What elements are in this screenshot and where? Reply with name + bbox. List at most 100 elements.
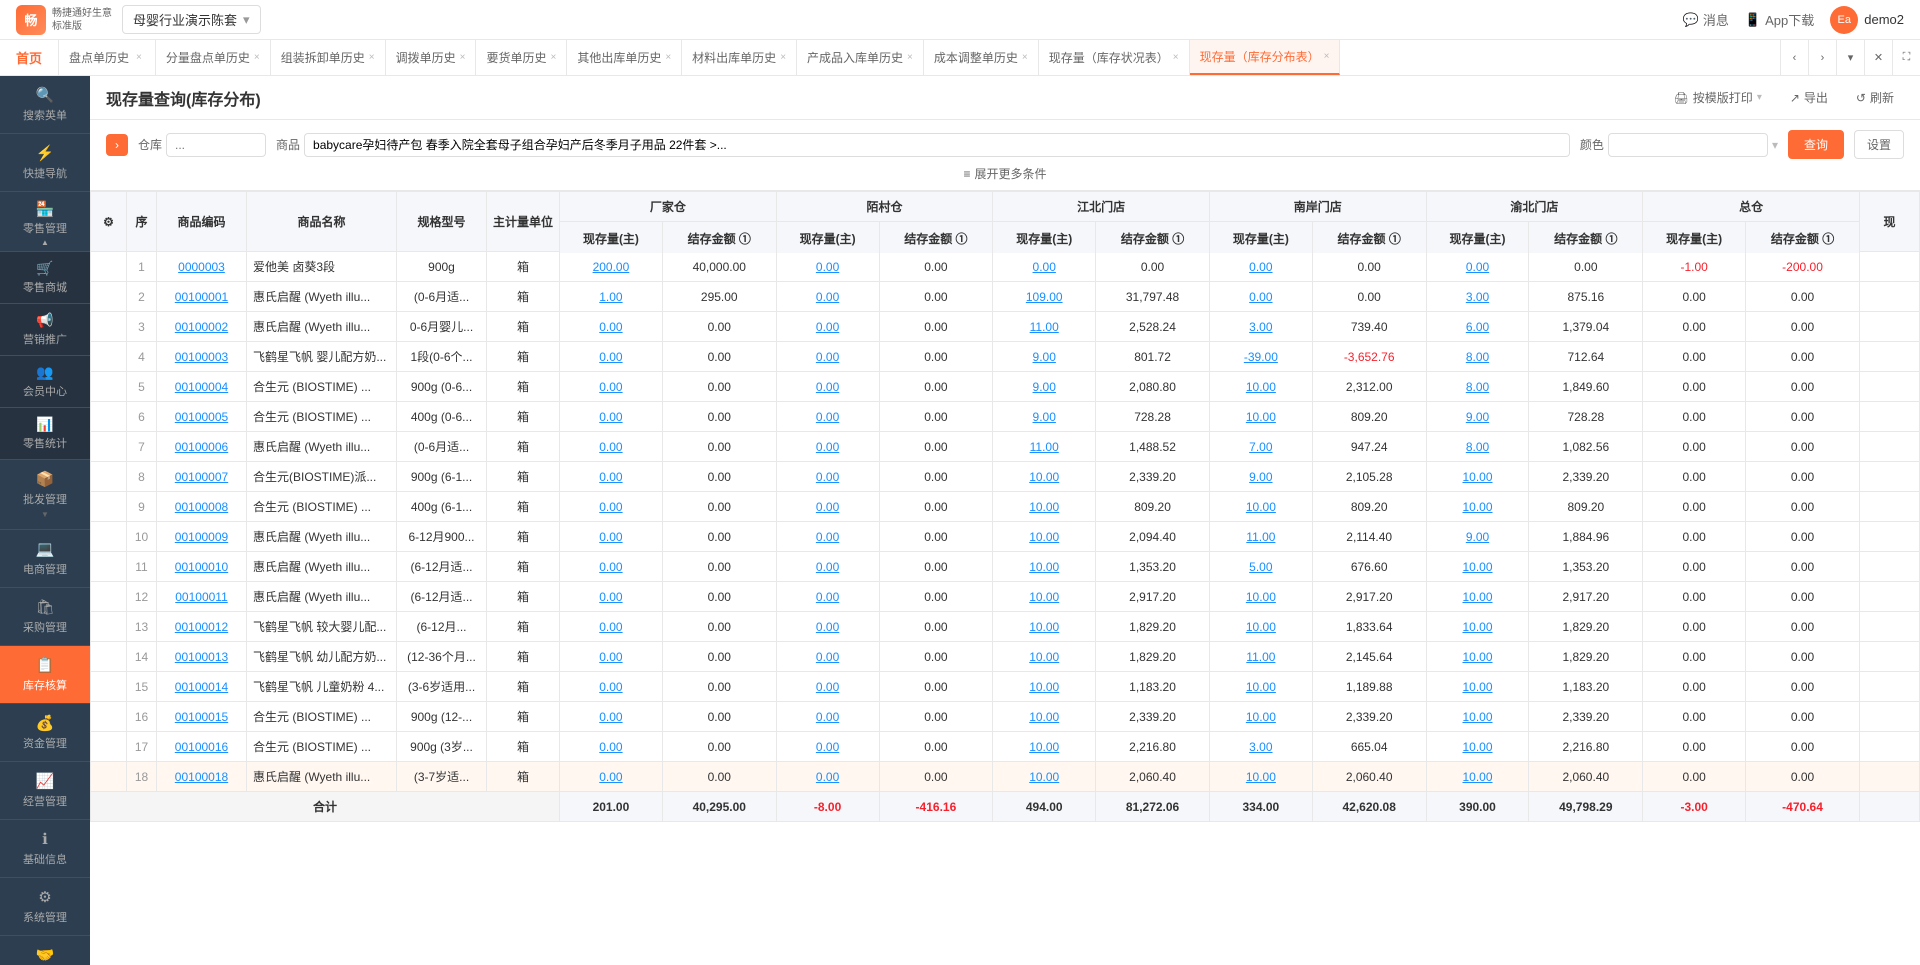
tab-kucun-dist[interactable]: 现存量（库存分布表）× [1190, 40, 1341, 75]
tab-ruku[interactable]: 产成品入库单历史× [797, 40, 924, 75]
tab-yaohuo[interactable]: 要货单历史× [476, 40, 567, 75]
col-extra: 现 [1860, 192, 1920, 252]
export-btn[interactable]: ↗导出 [1780, 84, 1838, 111]
tab-close-all-btn[interactable]: ✕ [1864, 40, 1892, 75]
table-row: 18 00100018 惠氏启醒 (Wyeth illu... (3-7岁适..… [91, 762, 1920, 792]
warehouse-input[interactable] [166, 133, 266, 157]
tab-diaob[interactable]: 调拨单历史× [386, 40, 477, 75]
tab-fenpan[interactable]: 分量盘点单历史× [156, 40, 271, 75]
table-row: 6 00100005 合生元 (BIOSTIME) ... 400g (0-6.… [91, 402, 1920, 432]
close-icon[interactable]: × [550, 52, 556, 63]
tab-pandian[interactable]: 盘点单历史× [59, 40, 156, 75]
close-icon[interactable]: × [460, 52, 466, 63]
tab-kucun-status[interactable]: 现存量（库存状况表）× [1039, 40, 1190, 75]
app-download-btn[interactable]: 📱App下载 [1745, 10, 1814, 29]
goods-input[interactable] [304, 133, 1570, 157]
table-row: 17 00100016 合生元 (BIOSTIME) ... 900g (3岁.… [91, 732, 1920, 762]
close-icon[interactable]: × [254, 52, 260, 63]
user-menu[interactable]: Ea demo2 [1830, 6, 1904, 34]
sidebar-item-wholesale[interactable]: 📦 批发管理 ▼ [0, 460, 90, 530]
table-row: 16 00100015 合生元 (BIOSTIME) ... 900g (12-… [91, 702, 1920, 732]
sidebar-item-ecommerce[interactable]: 💻 电商管理 [0, 530, 90, 588]
col-unit: 主计量单位 [487, 192, 560, 252]
close-icon[interactable]: × [907, 52, 913, 63]
tab-qtchuku[interactable]: 其他出库单历史× [567, 40, 682, 75]
col-jiangbei-qty: 现存量(主) [993, 223, 1096, 253]
tab-zuzhuang[interactable]: 组装拆卸单历史× [271, 40, 386, 75]
top-bar: 畅 畅捷通好生意标准版 母婴行业演示陈套 ▾ 💬消息 📱App下载 Ea dem… [0, 0, 1920, 40]
expand-filter-btn[interactable]: › [106, 134, 128, 156]
table-row: 9 00100008 合生元 (BIOSTIME) ... 400g (6-1.… [91, 492, 1920, 522]
sidebar-item-nav[interactable]: ⚡ 快捷导航 [0, 134, 90, 192]
print-btn[interactable]: 🖨按模版打印▾ [1664, 84, 1772, 111]
col-settings[interactable]: ⚙ [91, 192, 127, 252]
col-group-factory: 厂家仓 [560, 192, 777, 222]
table-row: 4 00100003 飞鹤星飞帆 婴儿配方奶... 1段(0-6个... 箱 0… [91, 342, 1920, 372]
col-spec: 规格型号 [397, 192, 487, 252]
close-icon[interactable]: × [133, 51, 145, 64]
table-row: 10 00100009 惠氏启醒 (Wyeth illu... 6-12月900… [91, 522, 1920, 552]
retail-icon: 🏪 [36, 200, 55, 218]
tab-home[interactable]: 首页 [0, 40, 59, 75]
col-total-qty: 现存量(主) [1643, 223, 1746, 253]
col-total-amt: 结存金额 ① [1746, 223, 1860, 253]
close-icon[interactable]: × [369, 52, 375, 63]
expand-conditions-btn[interactable]: ≡展开更多条件 [963, 165, 1046, 182]
refresh-btn[interactable]: ↺刷新 [1846, 84, 1904, 111]
sidebar-item-search[interactable]: 🔍 搜索英单 [0, 76, 90, 134]
col-yubei-amt: 结存金额 ① [1529, 223, 1643, 253]
purchase-icon: 🛍 [35, 598, 54, 616]
member-icon: 👥 [36, 364, 53, 381]
sidebar-item-system[interactable]: ⚙ 系统管理 [0, 878, 90, 936]
table-row: 2 00100001 惠氏启醒 (Wyeth illu... (0-6月适...… [91, 282, 1920, 312]
color-input[interactable] [1608, 133, 1768, 157]
sidebar-item-marketing[interactable]: 📢 营销推广 [0, 304, 90, 356]
sidebar-item-finance[interactable]: 💰 资金管理 [0, 704, 90, 762]
sidebar-item-retail-mgmt[interactable]: 🏪 零售管理 ▲ [0, 192, 90, 252]
tab-prev-btn[interactable]: ‹ [1780, 40, 1808, 75]
sidebar-item-collab[interactable]: 🤝 企业协同 [0, 936, 90, 965]
col-group-nanan: 南岸门店 [1209, 192, 1426, 222]
search-area: › 仓库 商品 颜色 [90, 120, 1920, 191]
close-icon[interactable]: × [1324, 51, 1330, 62]
table-row: 12 00100011 惠氏启醒 (Wyeth illu... (6-12月适.… [91, 582, 1920, 612]
close-icon[interactable]: × [1173, 52, 1179, 63]
page-header: 现存量查询(库存分布) 🖨按模版打印▾ ↗导出 ↺刷新 [90, 76, 1920, 120]
col-yubei-qty: 现存量(主) [1426, 223, 1529, 253]
sidebar-item-retail-stats[interactable]: 📊 零售统计 [0, 408, 90, 460]
sidebar-item-operations[interactable]: 📈 经营管理 [0, 762, 90, 820]
table-container[interactable]: ⚙ 序 商品编码 商品名称 规格型号 主计量单位 厂家仓 陌村仓 江北门店 南岸… [90, 191, 1920, 965]
sidebar-item-basic[interactable]: ℹ 基础信息 [0, 820, 90, 878]
col-group-yubei: 渝北门店 [1426, 192, 1643, 222]
table-row: 7 00100006 惠氏启醒 (Wyeth illu... (0-6月适...… [91, 432, 1920, 462]
table-row: 15 00100014 飞鹤星飞帆 儿童奶粉 4... (3-6岁适用... 箱… [91, 672, 1920, 702]
close-icon[interactable]: × [665, 52, 671, 63]
table-row: 3 00100002 惠氏启醒 (Wyeth illu... 0-6月婴儿...… [91, 312, 1920, 342]
sidebar-item-retail-mall[interactable]: 🛒 零售商城 [0, 252, 90, 304]
chevron-down-icon: ▾ [243, 12, 250, 28]
page-title: 现存量查询(库存分布) [106, 86, 261, 110]
sidebar-item-purchase[interactable]: 🛍 采购管理 [0, 588, 90, 646]
tab-menu-btn[interactable]: ▾ [1836, 40, 1864, 75]
close-icon[interactable]: × [1022, 52, 1028, 63]
tab-next-btn[interactable]: › [1808, 40, 1836, 75]
table-row: 11 00100010 惠氏启醒 (Wyeth illu... (6-12月适.… [91, 552, 1920, 582]
col-idx: 序 [127, 192, 157, 252]
tab-chenben[interactable]: 成本调整单历史× [924, 40, 1039, 75]
col-code: 商品编码 [157, 192, 247, 252]
message-btn[interactable]: 💬消息 [1683, 10, 1729, 29]
col-nanan-amt: 结存金额 ① [1312, 223, 1426, 253]
collab-icon: 🤝 [36, 946, 55, 964]
close-icon[interactable]: × [780, 52, 786, 63]
mall-icon: 🛒 [36, 260, 53, 277]
query-btn[interactable]: 查询 [1788, 130, 1844, 159]
tab-fullscreen-btn[interactable]: ⛶ [1892, 40, 1920, 75]
setting-btn[interactable]: 设置 [1854, 130, 1904, 159]
color-dropdown-icon[interactable]: ▾ [1772, 138, 1778, 152]
tab-clchuku[interactable]: 材料出库单历史× [682, 40, 797, 75]
col-nanan-qty: 现存量(主) [1209, 223, 1312, 253]
col-group-jiangbei: 江北门店 [993, 192, 1210, 222]
store-selector[interactable]: 母婴行业演示陈套 ▾ [122, 5, 261, 34]
sidebar-item-inventory[interactable]: 📋 库存核算 [0, 646, 90, 704]
sidebar-item-member[interactable]: 👥 会员中心 [0, 356, 90, 408]
